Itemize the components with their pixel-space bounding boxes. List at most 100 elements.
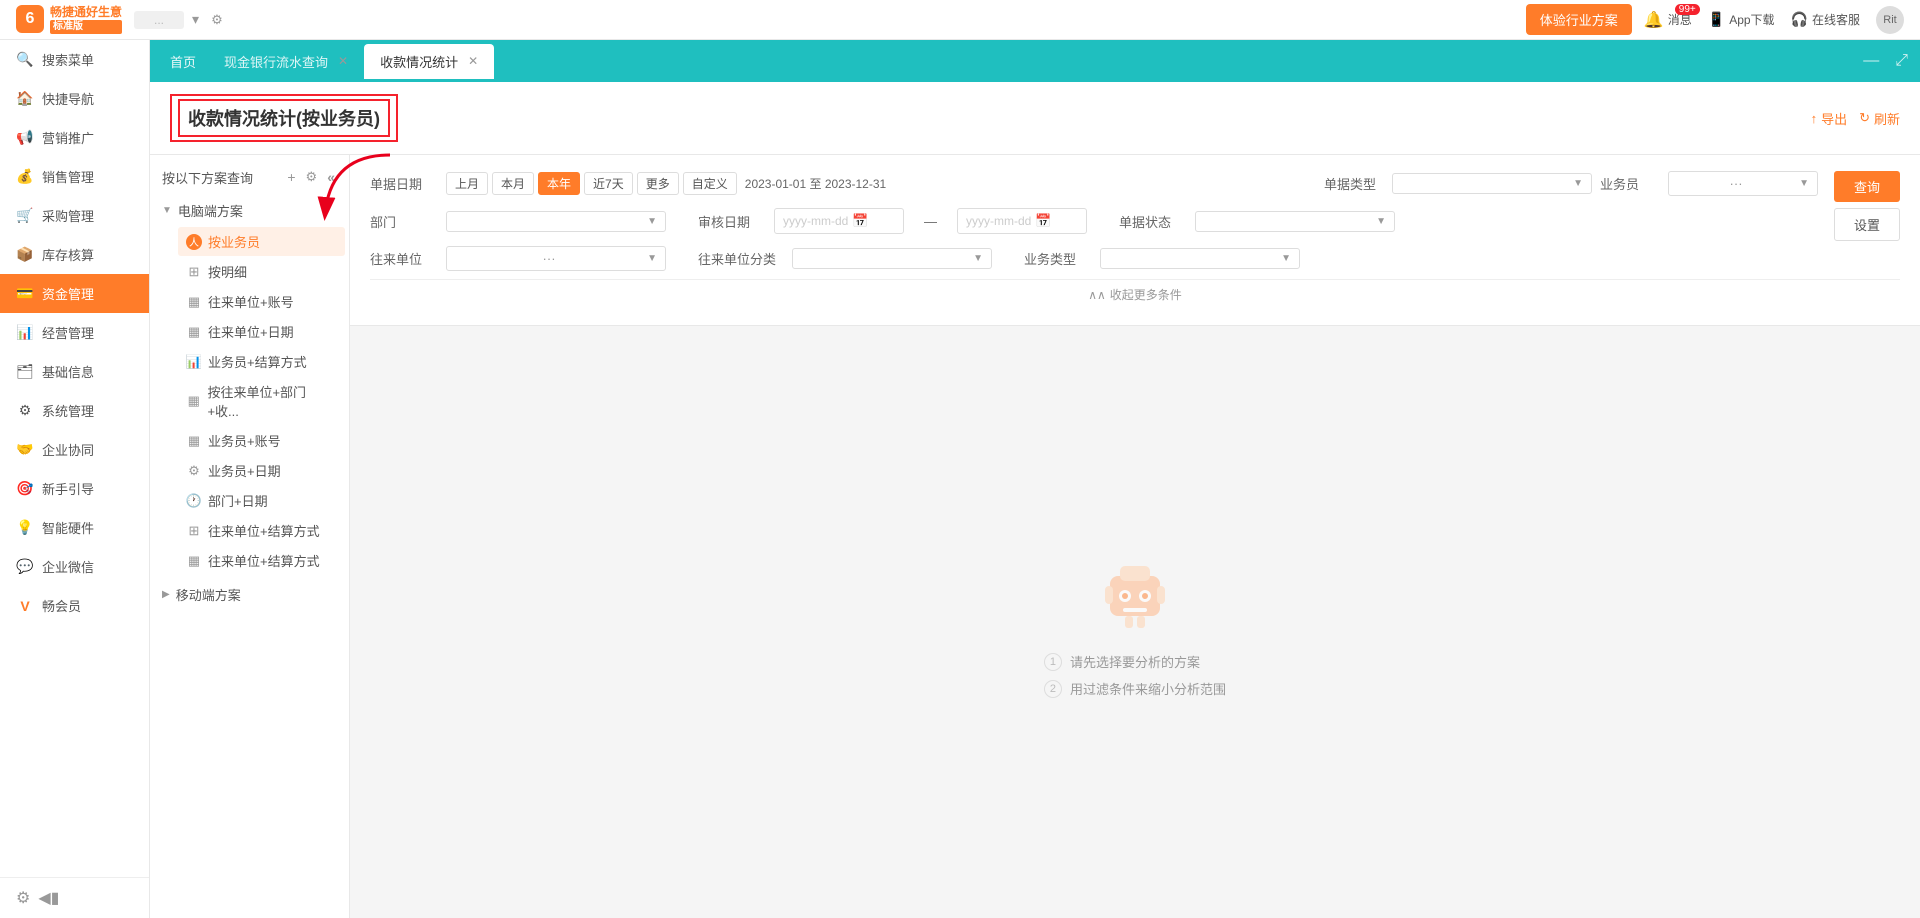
scheme-settings-btn[interactable]: ⚙ <box>304 167 320 187</box>
left-panel-title: 按以下方案查询 <box>162 168 253 187</box>
scheme-item-partner-settle1[interactable]: ⊞ 往来单位+结算方式 <box>178 516 345 545</box>
filter-panel: 单据日期 上月 本月 本年 近7天 更多 自定义 2023-01-01 至 20… <box>350 155 1920 326</box>
scheme-item-partner-dept[interactable]: ▦ 按往来单位+部门+收... <box>178 377 345 425</box>
chart-icon: 📊 <box>186 354 202 370</box>
scheme-item-partner-settle2[interactable]: ▦ 往来单位+结算方式 <box>178 546 345 575</box>
trial-button[interactable]: 体验行业方案 <box>1526 4 1632 35</box>
refresh-btn[interactable]: ↻ 刷新 <box>1859 109 1900 128</box>
scheme-item-partner-date[interactable]: ▦ 往来单位+日期 <box>178 317 345 346</box>
sidebar-item-sales[interactable]: 💰 销售管理 <box>0 157 149 196</box>
tab-bank-close[interactable]: ✕ <box>338 54 348 68</box>
set-button[interactable]: 设置 <box>1834 208 1900 241</box>
sidebar-item-search[interactable]: 🔍 搜索菜单 <box>0 40 149 79</box>
review-date-to[interactable]: yyyy-mm-dd 📅 <box>957 208 1087 234</box>
query-button[interactable]: 查询 <box>1834 171 1900 202</box>
sidebar-collapse-btn[interactable]: ◀▮ <box>38 888 59 908</box>
partner-more[interactable]: ··· <box>543 251 556 266</box>
tab-bank-flow[interactable]: 现金银行流水查询 ✕ <box>208 44 364 79</box>
collapse-panel-btn[interactable]: « <box>325 167 337 187</box>
empty-illustration <box>1090 546 1180 636</box>
partner-category-label: 往来单位分类 <box>698 249 776 268</box>
scheme-item-salesperson-settle[interactable]: 📊 业务员+结算方式 <box>178 347 345 376</box>
date-btn-7days[interactable]: 近7天 <box>584 172 633 195</box>
scheme-item-salesperson-date[interactable]: ⚙ 业务员+日期 <box>178 456 345 485</box>
sidebar-item-nav[interactable]: 🏠 快捷导航 <box>0 79 149 118</box>
review-date-from[interactable]: yyyy-mm-dd 📅 <box>774 208 904 234</box>
scheme-item-salesperson-account[interactable]: ▦ 业务员+账号 <box>178 426 345 455</box>
date-btn-more[interactable]: 更多 <box>637 172 679 195</box>
filter-right-actions: 查询 设置 <box>1818 171 1900 241</box>
doc-type-arrow: ▼ <box>1573 178 1583 189</box>
mobile-section: ▶ 移动端方案 <box>150 579 349 610</box>
grid-icon-2: ⊞ <box>186 523 202 539</box>
partner-category-select[interactable]: ▼ <box>792 248 992 269</box>
sidebar-item-basic[interactable]: 🗂 基础信息 <box>0 352 149 391</box>
date-btn-this-year[interactable]: 本年 <box>538 172 580 195</box>
finance-icon: 💳 <box>16 285 34 303</box>
basic-icon: 🗂 <box>16 363 34 381</box>
doc-type-select[interactable]: ▼ <box>1392 173 1592 194</box>
system-icon: ⚙ <box>16 402 34 420</box>
partner-select[interactable]: ··· ▼ <box>446 246 666 271</box>
tab-maximize[interactable]: ⤢ <box>1891 48 1912 74</box>
tab-collection-stats[interactable]: 收款情况统计 ✕ <box>364 44 494 79</box>
scheme-item-partner-account[interactable]: ▦ 往来单位+账号 <box>178 287 345 316</box>
settings-icon[interactable]: ⚙ <box>211 12 223 28</box>
sidebar-item-inventory[interactable]: 📦 库存核算 <box>0 235 149 274</box>
tab-collection-close[interactable]: ✕ <box>468 54 478 68</box>
date-options: 上月 本月 本年 近7天 更多 自定义 2023-01-01 至 2023-12… <box>446 172 886 195</box>
sidebar-item-finance[interactable]: 💳 资金管理 <box>0 274 149 313</box>
salesperson-label: 业务员 <box>1600 174 1660 193</box>
export-btn[interactable]: ↑ 导出 <box>1811 109 1848 128</box>
doc-status-select[interactable]: ▼ <box>1195 211 1395 232</box>
mobile-section-header[interactable]: ▶ 移动端方案 <box>150 579 349 610</box>
pc-section-title: 电脑端方案 <box>178 201 243 220</box>
pc-section-header[interactable]: ▼ 电脑端方案 <box>150 195 349 226</box>
collapse-filter-btn[interactable]: ∧∧ 收起更多条件 <box>370 279 1900 309</box>
header-breadcrumb: ... ▾ ⚙ <box>134 11 1514 29</box>
left-panel-header: 按以下方案查询 + ⚙ « <box>150 167 349 195</box>
settings-icon-2: ⚙ <box>186 463 202 479</box>
online-service-label: 在线客服 <box>1812 11 1860 28</box>
scheme-item-detail[interactable]: ⊞ 按明细 <box>178 257 345 286</box>
salesperson-select[interactable]: ··· ▼ <box>1668 171 1818 196</box>
sidebar: 🔍 搜索菜单 🏠 快捷导航 📢 营销推广 💰 销售管理 🛒 采购管理 📦 库存核… <box>0 40 150 918</box>
sidebar-item-collab[interactable]: 🤝 企业协同 <box>0 430 149 469</box>
sidebar-settings-btn[interactable]: ⚙ <box>16 888 30 908</box>
app-download-btn[interactable]: 📱 App下载 <box>1708 11 1775 28</box>
sidebar-item-marketing[interactable]: 📢 营销推广 <box>0 118 149 157</box>
date-btn-custom[interactable]: 自定义 <box>683 172 737 195</box>
empty-steps: 1 请先选择要分析的方案 2 用过滤条件来缩小分析范围 <box>1044 652 1226 698</box>
add-scheme-btn[interactable]: + <box>285 167 297 187</box>
body-layout: 按以下方案查询 + ⚙ « ▼ 电脑端方案 <box>150 155 1920 918</box>
filter-left: 单据日期 上月 本月 本年 近7天 更多 自定义 2023-01-01 至 20… <box>370 171 1818 271</box>
dept-select[interactable]: ▼ <box>446 211 666 232</box>
user-avatar[interactable]: Rit <box>1876 6 1904 34</box>
sidebar-item-operation[interactable]: 📊 经营管理 <box>0 313 149 352</box>
collab-icon: 🤝 <box>16 441 34 459</box>
filter-top: 单据日期 上月 本月 本年 近7天 更多 自定义 2023-01-01 至 20… <box>370 171 1900 271</box>
scheme-item-dept-date[interactable]: 🕐 部门+日期 <box>178 486 345 515</box>
right-content: 1 请先选择要分析的方案 2 用过滤条件来缩小分析范围 <box>350 326 1920 918</box>
breadcrumb-dropdown[interactable]: ▾ <box>192 11 199 28</box>
date-btn-last-month[interactable]: 上月 <box>446 172 488 195</box>
sidebar-item-member[interactable]: V 畅会员 <box>0 586 149 625</box>
messages-badge: 99+ <box>1675 4 1700 15</box>
sidebar-item-system[interactable]: ⚙ 系统管理 <box>0 391 149 430</box>
tab-minimize[interactable]: — <box>1859 48 1883 74</box>
online-service-btn[interactable]: 🎧 在线客服 <box>1791 11 1860 28</box>
sidebar-item-guide[interactable]: 🎯 新手引导 <box>0 469 149 508</box>
sidebar-item-hardware[interactable]: 💡 智能硬件 <box>0 508 149 547</box>
table-icon-2: ▦ <box>186 324 202 340</box>
date-btn-this-month[interactable]: 本月 <box>492 172 534 195</box>
messages-btn[interactable]: 🔔 消息 99+ <box>1644 10 1692 30</box>
sidebar-item-weixin[interactable]: 💬 企业微信 <box>0 547 149 586</box>
scheme-item-salesperson[interactable]: 人 按业务员 <box>178 227 345 256</box>
refresh-icon: ↻ <box>1859 110 1870 126</box>
date-label: 单据日期 <box>370 174 430 193</box>
sidebar-item-purchase[interactable]: 🛒 采购管理 <box>0 196 149 235</box>
table-icon-5: ▦ <box>186 553 202 569</box>
tab-home[interactable]: 首页 <box>158 44 208 79</box>
biz-type-select[interactable]: ▼ <box>1100 248 1300 269</box>
salesperson-more[interactable]: ··· <box>1730 176 1743 191</box>
